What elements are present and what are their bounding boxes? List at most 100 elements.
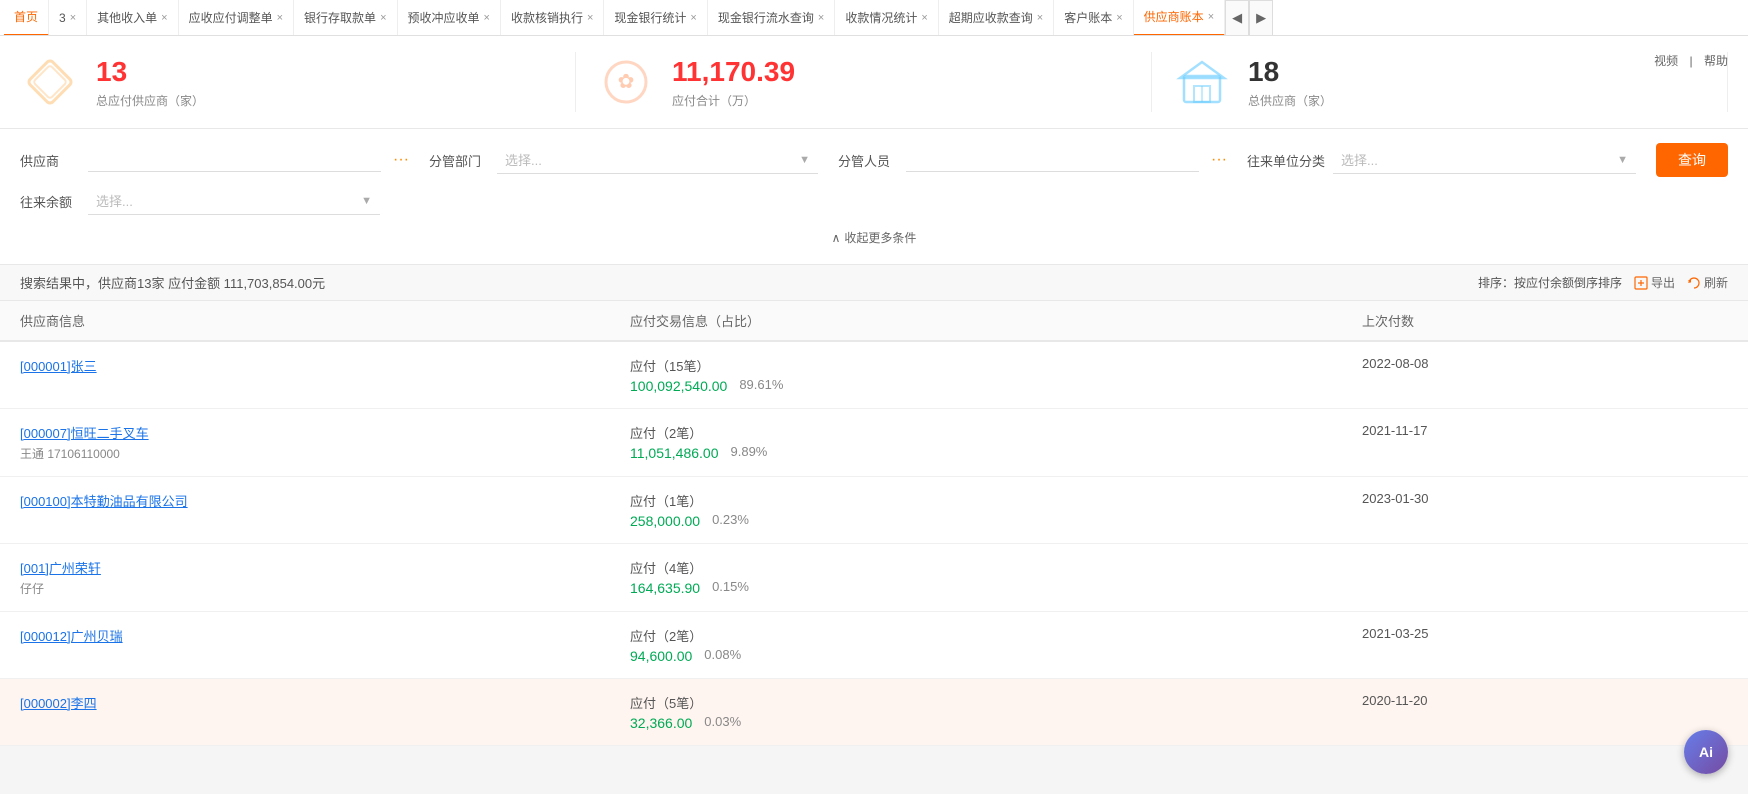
close-icon[interactable]: ×: [1116, 12, 1122, 24]
lastpay-cell-5: 2021-03-25: [1362, 626, 1728, 641]
transaction-cell-2: 应付（2笔） 11,051,486.00 9.89%: [630, 423, 1362, 461]
nav-tab-adjustment[interactable]: 应收应付调整单 ×: [179, 0, 294, 36]
diamond-icon: [20, 52, 80, 112]
supplier-link-6[interactable]: [000002]李四: [20, 696, 97, 711]
nav-tab-bank[interactable]: 银行存取款单 ×: [294, 0, 397, 36]
dept-filter-select[interactable]: 选择... ▼: [497, 146, 818, 174]
nav-tab-customer-ledger[interactable]: 客户账本 ×: [1054, 0, 1133, 36]
close-icon[interactable]: ×: [277, 12, 283, 24]
transaction-row-4: 164,635.90 0.15%: [630, 577, 1362, 596]
supplier-cell-4: [001]广州荣轩 仔仔: [20, 558, 630, 597]
lastpay-cell-2: 2021-11-17: [1362, 423, 1728, 438]
nav-tab-receipt-stat[interactable]: 收款情况统计 ×: [835, 0, 938, 36]
tab-cashbank-stat-label: 现金银行统计: [614, 9, 686, 26]
lastpay-cell-6: 2020-11-20: [1362, 693, 1728, 708]
transaction-amount-6[interactable]: 32,366.00: [630, 715, 692, 731]
transaction-amount-1[interactable]: 100,092,540.00: [630, 378, 727, 394]
close-icon[interactable]: ×: [818, 12, 824, 24]
transaction-amount-5[interactable]: 94,600.00: [630, 648, 692, 664]
chevron-up-icon: ∧: [832, 231, 841, 245]
filter-row-1: 供应商 ··· 分管部门 选择... ▼ 分管人员 ··· 往来单位分类 选择.…: [20, 143, 1728, 177]
transaction-amount-2[interactable]: 11,051,486.00: [630, 445, 719, 461]
transaction-percent-3: 0.23%: [712, 512, 749, 527]
close-icon[interactable]: ×: [921, 12, 927, 24]
nav-tab-overdue[interactable]: 超期应收款查询 ×: [939, 0, 1054, 36]
transaction-row-5: 94,600.00 0.08%: [630, 645, 1362, 664]
supplier-link-3[interactable]: [000100]本特勤油品有限公司: [20, 494, 188, 509]
filter-dept: 分管部门 选择... ▼: [429, 146, 818, 174]
nav-next-arrow[interactable]: ▶: [1249, 0, 1273, 36]
table-row: [000002]李四 应付（5笔） 32,366.00 0.03% 2020-1…: [0, 679, 1748, 746]
refresh-button[interactable]: 刷新: [1687, 274, 1728, 291]
transaction-cell-4: 应付（4笔） 164,635.90 0.15%: [630, 558, 1362, 596]
tab-overdue-label: 超期应收款查询: [949, 9, 1033, 26]
transaction-info-5: 应付（2笔）: [630, 626, 1362, 645]
close-icon[interactable]: ×: [1208, 11, 1214, 23]
nav-tab-collection[interactable]: 收款核销执行 ×: [501, 0, 604, 36]
person-filter-dots[interactable]: ···: [1211, 151, 1227, 169]
close-icon[interactable]: ×: [484, 12, 490, 24]
tab-receipt-stat-label: 收款情况统计: [845, 9, 917, 26]
ai-assistant-button[interactable]: Ai: [1684, 730, 1728, 774]
transaction-amount-4[interactable]: 164,635.90: [630, 580, 700, 596]
table-row: [000012]广州贝瑞 应付（2笔） 94,600.00 0.08% 2021…: [0, 612, 1748, 679]
summary-payable-total-content: 11,170.39 应付合计（万）: [672, 55, 795, 110]
person-filter-input[interactable]: [906, 148, 1199, 172]
payable-total-label: 应付合计（万）: [672, 92, 795, 109]
supplier-link-2[interactable]: [000007]恒旺二手叉车: [20, 426, 149, 441]
dept-filter-label: 分管部门: [429, 151, 489, 170]
tab-prereceipt-label: 预收冲应收单: [408, 9, 480, 26]
lastpay-date-3: 2023-01-30: [1362, 491, 1429, 506]
payable-total-number: 11,170.39: [672, 55, 795, 89]
supplier-cell-6: [000002]李四: [20, 693, 630, 712]
lastpay-date-6: 2020-11-20: [1362, 693, 1428, 708]
summary-payable-suppliers: 13 总应付供应商（家）: [20, 52, 576, 112]
supplier-filter-input[interactable]: [88, 148, 381, 172]
close-icon[interactable]: ×: [161, 12, 167, 24]
result-bar: 搜索结果中，供应商13家 应付金额 111,703,854.00元 排序：按应付…: [0, 265, 1748, 301]
supplier-filter-dots[interactable]: ···: [393, 151, 409, 169]
tab-other-income-label: 其他收入单: [97, 9, 157, 26]
nav-tab-other-income[interactable]: 其他收入单 ×: [87, 0, 178, 36]
supplier-cell-2: [000007]恒旺二手叉车 王通 17106110000: [20, 423, 630, 462]
close-icon[interactable]: ×: [1037, 12, 1043, 24]
collapse-button[interactable]: ∧ 收起更多条件: [820, 225, 929, 250]
lastpay-cell-1: 2022-08-08: [1362, 356, 1728, 371]
transaction-row-6: 32,366.00 0.03%: [630, 712, 1362, 731]
help-link[interactable]: 帮助: [1704, 54, 1728, 68]
supplier-cell-1: [000001]张三: [20, 356, 630, 375]
help-video-link[interactable]: 视频: [1654, 54, 1678, 68]
transaction-info-3: 应付（1笔）: [630, 491, 1362, 510]
close-icon[interactable]: ×: [70, 12, 76, 24]
balance-filter-label: 往来余额: [20, 192, 80, 211]
transaction-row-1: 100,092,540.00 89.61%: [630, 375, 1362, 394]
nav-tab-supplier-ledger[interactable]: 供应商账本 ×: [1134, 0, 1225, 36]
balance-filter-select[interactable]: 选择... ▼: [88, 187, 380, 215]
dept-select-placeholder: 选择...: [505, 150, 799, 169]
transaction-amount-3[interactable]: 258,000.00: [630, 513, 700, 529]
export-button[interactable]: 导出: [1634, 274, 1675, 291]
query-button[interactable]: 查询: [1656, 143, 1728, 177]
summary-total-suppliers: 18 总供应商（家）: [1152, 52, 1728, 112]
category-filter-select[interactable]: 选择... ▼: [1333, 146, 1636, 174]
close-icon[interactable]: ×: [380, 12, 386, 24]
category-filter-label: 往来单位分类: [1247, 151, 1325, 170]
close-icon[interactable]: ×: [587, 12, 593, 24]
supplier-filter-label: 供应商: [20, 151, 80, 170]
supplier-link-5[interactable]: [000012]广州贝瑞: [20, 629, 123, 644]
close-icon[interactable]: ×: [690, 12, 696, 24]
nav-tab-3[interactable]: 3 ×: [49, 0, 87, 36]
nav-tab-home[interactable]: 首页: [4, 0, 49, 36]
nav-tab-prereceipt[interactable]: 预收冲应收单 ×: [398, 0, 501, 36]
nav-tab-cashbank-flow[interactable]: 现金银行流水查询 ×: [708, 0, 835, 36]
supplier-link-4[interactable]: [001]广州荣轩: [20, 561, 101, 576]
supplier-sub-4: 仔仔: [20, 580, 630, 597]
nav-prev-arrow[interactable]: ◀: [1225, 0, 1249, 36]
transaction-percent-5: 0.08%: [704, 647, 741, 662]
nav-tab-cashbank-stat[interactable]: 现金银行统计 ×: [604, 0, 707, 36]
supplier-link-1[interactable]: [000001]张三: [20, 359, 97, 374]
person-filter-label: 分管人员: [838, 151, 898, 170]
sort-label[interactable]: 排序：按应付余额倒序排序: [1478, 274, 1622, 291]
tab-customer-ledger-label: 客户账本: [1064, 9, 1112, 26]
home-tab-label: 首页: [14, 8, 38, 25]
